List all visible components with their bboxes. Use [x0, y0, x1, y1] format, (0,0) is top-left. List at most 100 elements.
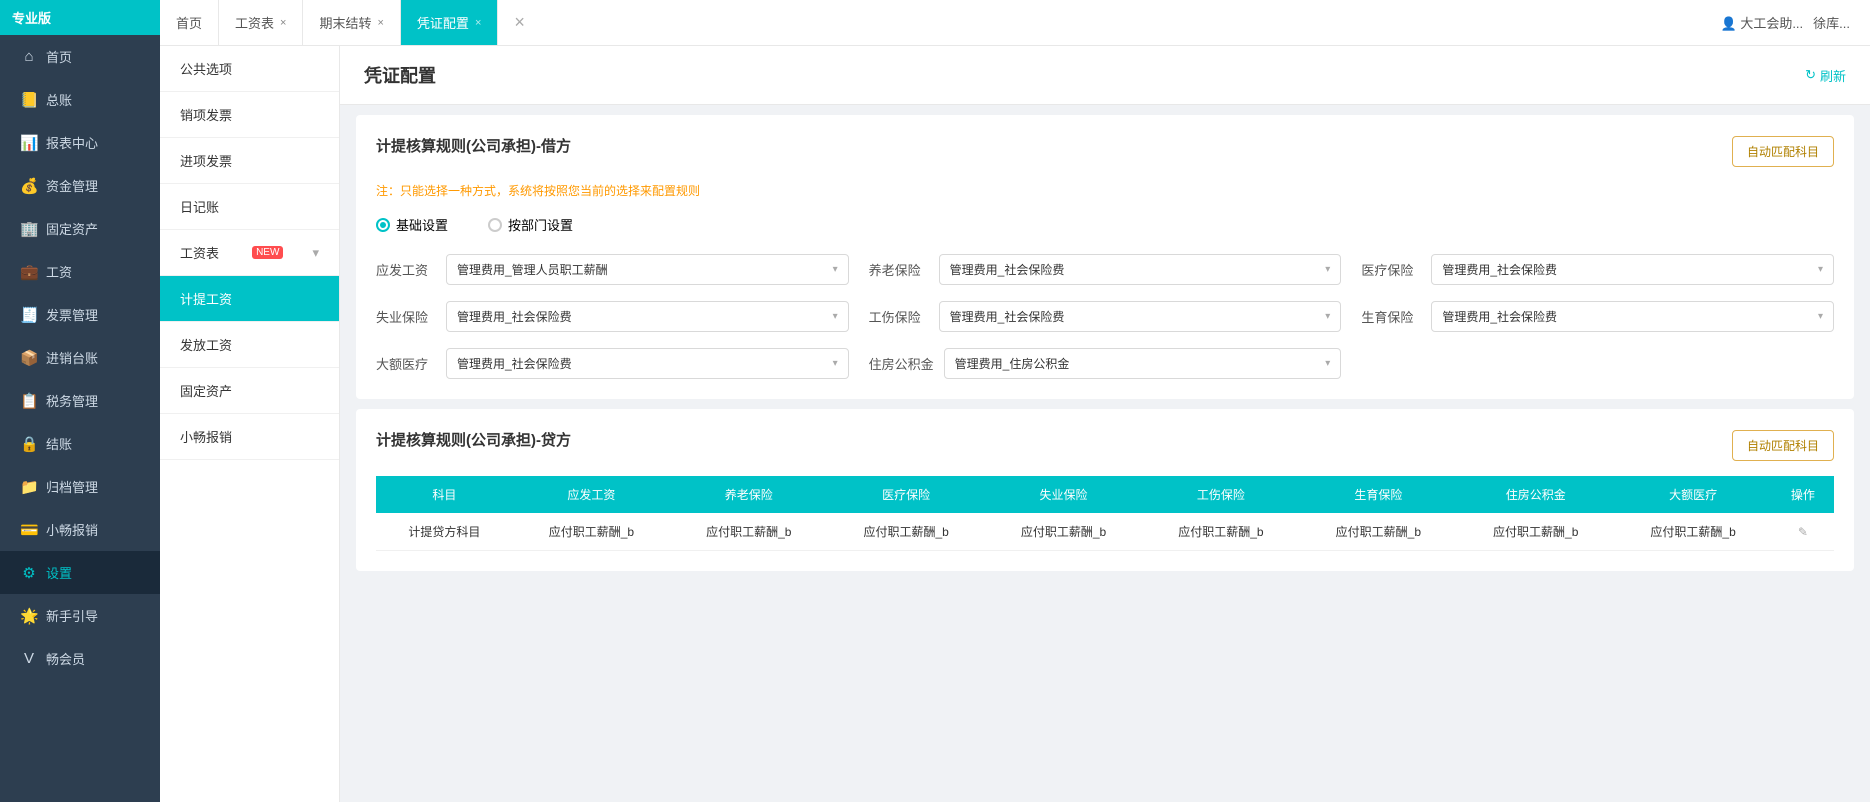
left-nav: 公共选项销项发票进项发票日记账工资表NEW▾ 计提工资发放工资固定资产小畅报销 [160, 46, 340, 802]
tab-label-0: 首页 [176, 13, 202, 32]
debit-form-item-5: 生育保险 管理费用_社会保险费 ▾ [1361, 301, 1834, 332]
sidebar-item-invoice[interactable]: 🧾发票管理 [0, 293, 160, 336]
credit-cell-0-2: 应付职工薪酬_b [670, 513, 827, 551]
left-nav-label-6: 发放工资 [180, 335, 232, 354]
radio-department-setting[interactable]: 按部门设置 [488, 215, 573, 234]
sidebar-item-salary[interactable]: 💼工资 [0, 250, 160, 293]
left-nav-item-0[interactable]: 公共选项 [160, 46, 339, 92]
sidebar-item-ledger[interactable]: 📒 总账 [0, 78, 160, 121]
main-panel: 凭证配置 ↻ 刷新 计提核算规则(公司承担)-借方 自动匹配科目 注：只能选择一… [340, 46, 1870, 802]
left-nav-label-0: 公共选项 [180, 59, 232, 78]
debit-section: 计提核算规则(公司承担)-借方 自动匹配科目 注：只能选择一种方式，系统将按照您… [356, 115, 1854, 399]
debit-form-grid: 应发工资 管理费用_管理人员职工薪酬 ▾ 养老保险 管理费用_社会保险费 ▾ 医… [376, 254, 1834, 379]
debit-form-select-4[interactable]: 管理费用_社会保险费 ▾ [939, 301, 1342, 332]
sidebar-item-tax[interactable]: 📋税务管理 [0, 379, 160, 422]
debit-select-arrow-3: ▾ [833, 311, 838, 322]
refresh-button[interactable]: ↻ 刷新 [1805, 66, 1846, 85]
tab-close-1[interactable]: × [280, 17, 286, 29]
left-nav-label-1: 销项发票 [180, 105, 232, 124]
left-nav-label-8: 小畅报销 [180, 427, 232, 446]
radio-basic-indicator [376, 218, 390, 232]
tab-close-3[interactable]: × [475, 17, 481, 29]
sidebar-label-archive: 归档管理 [46, 477, 98, 496]
credit-cell-0-3: 应付职工薪酬_b [827, 513, 984, 551]
tab-label-3: 凭证配置 [417, 13, 469, 32]
credit-cell-0-9[interactable]: ✎ [1772, 513, 1834, 551]
close-panel-button[interactable]: × [498, 12, 541, 33]
debit-form-select-5[interactable]: 管理费用_社会保险费 ▾ [1431, 301, 1834, 332]
credit-cell-0-5: 应付职工薪酬_b [1142, 513, 1299, 551]
debit-form-select-1[interactable]: 管理费用_社会保险费 ▾ [939, 254, 1342, 285]
tab-2[interactable]: 期末结转 × [303, 0, 400, 45]
page-title: 凭证配置 [364, 62, 436, 88]
debit-form-select-6[interactable]: 管理费用_社会保险费 ▾ [446, 348, 849, 379]
sidebar-item-vip[interactable]: V 畅会员 [0, 637, 160, 680]
left-nav-item-2[interactable]: 进项发票 [160, 138, 339, 184]
credit-section-title: 计提核算规则(公司承担)-贷方 [376, 429, 571, 450]
sidebar-label-stock: 进销台账 [46, 348, 98, 367]
tab-close-2[interactable]: × [377, 17, 383, 29]
sidebar-label-closing: 结账 [46, 434, 72, 453]
credit-cell-0-7: 应付职工薪酬_b [1457, 513, 1614, 551]
company-name: 徐库... [1813, 13, 1850, 32]
debit-form-value-5: 管理费用_社会保险费 [1442, 308, 1557, 325]
credit-auto-match-button[interactable]: 自动匹配科目 [1732, 430, 1834, 461]
sidebar: 专业版 ⌂ 首页 📒 总账 📊报表中心💰资金管理🏢固定资产💼工资🧾发票管理 📦 进销台账 📋税… [0, 0, 160, 802]
sidebar-label-ledger: 总账 [46, 90, 72, 109]
sidebar-item-closing[interactable]: 🔒 结账 [0, 422, 160, 465]
left-nav-item-3[interactable]: 日记账 [160, 184, 339, 230]
sidebar-item-stock[interactable]: 📦 进销台账 [0, 336, 160, 379]
debit-form-value-4: 管理费用_社会保险费 [950, 308, 1065, 325]
credit-col-header-8: 大额医疗 [1614, 476, 1771, 513]
tab-1[interactable]: 工资表× [219, 0, 303, 45]
sidebar-item-guide[interactable]: 🌟新手引导 [0, 594, 160, 637]
left-nav-item-1[interactable]: 销项发票 [160, 92, 339, 138]
closing-icon: 🔒 [20, 435, 38, 453]
debit-form-select-2[interactable]: 管理费用_社会保险费 ▾ [1431, 254, 1834, 285]
vip-icon: V [20, 650, 38, 667]
debit-form-label-1: 养老保险 [869, 260, 929, 279]
left-nav-item-6[interactable]: 发放工资 [160, 322, 339, 368]
tab-label-2: 期末结转 [319, 13, 371, 32]
sidebar-item-home[interactable]: ⌂ 首页 [0, 35, 160, 78]
sidebar-label-xiaochange: 小畅报销 [46, 520, 98, 539]
left-nav-item-5[interactable]: 计提工资 [160, 276, 339, 322]
debit-auto-match-button[interactable]: 自动匹配科目 [1732, 136, 1834, 167]
debit-form-value-2: 管理费用_社会保险费 [1442, 261, 1557, 278]
debit-form-select-7[interactable]: 管理费用_住房公积金 ▾ [944, 348, 1342, 379]
left-nav-item-8[interactable]: 小畅报销 [160, 414, 339, 460]
credit-col-header-7: 住房公积金 [1457, 476, 1614, 513]
left-nav-label-5: 计提工资 [180, 289, 232, 308]
tab-0[interactable]: 首页 [160, 0, 219, 45]
credit-cell-0-0: 计提贷方科目 [376, 513, 513, 551]
sidebar-item-reports[interactable]: 📊报表中心 [0, 121, 160, 164]
invoice-icon: 🧾 [20, 306, 38, 324]
tab-3[interactable]: 凭证配置 × [401, 0, 498, 45]
left-nav-item-4[interactable]: 工资表NEW▾ [160, 230, 339, 276]
debit-form-select-3[interactable]: 管理费用_社会保险费 ▾ [446, 301, 849, 332]
reports-icon: 📊 [20, 134, 38, 152]
debit-form-select-0[interactable]: 管理费用_管理人员职工薪酬 ▾ [446, 254, 849, 285]
debit-select-arrow-5: ▾ [1818, 311, 1823, 322]
main-area: 首页工资表× 期末结转 × 凭证配置 × × 👤 大工会助... 徐库... 公共选项销项… [160, 0, 1870, 802]
funds-icon: 💰 [20, 177, 38, 195]
sidebar-label-settings: 设置 [46, 563, 72, 582]
radio-basic-setting[interactable]: 基础设置 [376, 215, 448, 234]
ledger-icon: 📒 [20, 91, 38, 109]
sidebar-label-home: 首页 [46, 47, 72, 66]
home-icon: ⌂ [20, 48, 38, 65]
sidebar-item-xiaochange[interactable]: 💳小畅报销 [0, 508, 160, 551]
stock-icon: 📦 [20, 349, 38, 367]
user-area: 👤 大工会助... [1721, 13, 1804, 32]
left-nav-item-7[interactable]: 固定资产 [160, 368, 339, 414]
sidebar-item-settings[interactable]: ⚙设置 [0, 551, 160, 594]
sidebar-item-assets[interactable]: 🏢固定资产 [0, 207, 160, 250]
app-version: 专业版 [0, 0, 160, 35]
sidebar-label-vip: 畅会员 [46, 649, 85, 668]
radio-dept-indicator [488, 218, 502, 232]
debit-form-label-6: 大额医疗 [376, 354, 436, 373]
sidebar-item-archive[interactable]: 📁归档管理 [0, 465, 160, 508]
radio-group: 基础设置 按部门设置 [376, 215, 1834, 234]
sidebar-label-assets: 固定资产 [46, 219, 98, 238]
sidebar-item-funds[interactable]: 💰资金管理 [0, 164, 160, 207]
